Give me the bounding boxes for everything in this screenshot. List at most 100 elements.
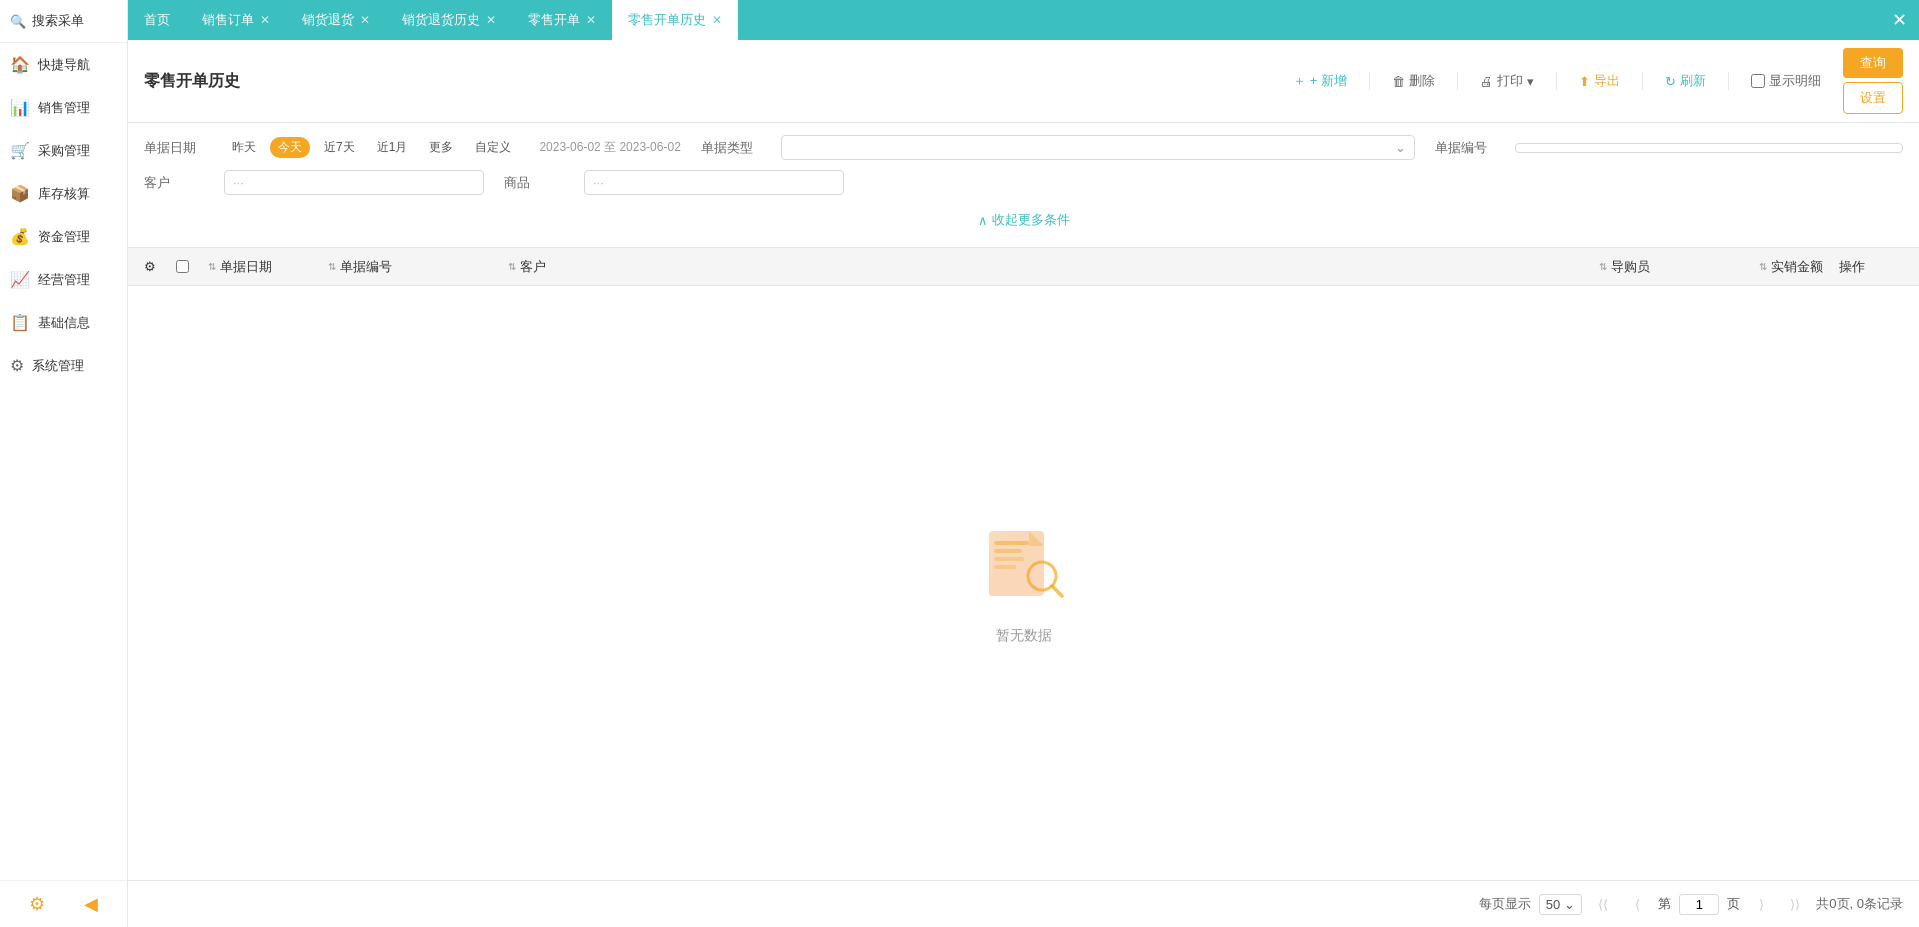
money-icon: 💰 (10, 227, 30, 246)
tab-sales-return-history-label: 销货退货历史 (402, 11, 480, 29)
tab-retail-open-label: 零售开单 (528, 11, 580, 29)
select-all-checkbox[interactable] (176, 260, 189, 273)
last-page-btn[interactable]: ⟩⟩ (1782, 891, 1808, 917)
new-button[interactable]: ＋ + 新增 (1287, 68, 1353, 94)
page-input[interactable] (1679, 894, 1719, 915)
sidebar-item-label: 基础信息 (38, 314, 90, 332)
plus-icon: ＋ (1293, 72, 1306, 90)
sidebar-item-sys-mgmt[interactable]: ⚙ 系统管理 (0, 344, 127, 387)
display-button[interactable]: 显示明细 (1745, 68, 1827, 94)
table-header: ⚙ ⇅ 单据日期 ⇅ 单据编号 ⇅ 客户 ⇅ 导购员 ⇅ 实销金额 (128, 248, 1919, 286)
sidebar: 🔍 搜索采单 🏠 快捷导航 📊 销售管理 🛒 采购管理 📦 库存核算 💰 资金管… (0, 0, 128, 927)
tab-retail-open-history-close[interactable]: ✕ (712, 13, 722, 27)
chevron-up-icon: ∧ (978, 213, 988, 228)
th-customer-label: 客户 (520, 258, 546, 276)
th-date[interactable]: ⇅ 单据日期 (200, 258, 320, 276)
th-date-sort-icon: ⇅ (208, 261, 216, 272)
tab-home[interactable]: 首页 (128, 0, 186, 40)
collapse-sidebar-icon[interactable]: ◀ (84, 893, 98, 915)
date-option-more[interactable]: 更多 (421, 137, 461, 158)
refresh-label: 刷新 (1680, 72, 1706, 90)
sidebar-item-inventory[interactable]: 📦 库存核算 (0, 172, 127, 215)
toolbar-divider-2 (1457, 72, 1458, 90)
empty-icon (974, 521, 1074, 611)
collapse-button[interactable]: ∧ 收起更多条件 (972, 205, 1076, 235)
page-word: 页 (1727, 895, 1740, 913)
th-guide-label: 导购员 (1611, 258, 1650, 276)
date-option-1month[interactable]: 近1月 (369, 137, 416, 158)
customer-filter-input[interactable]: ··· (224, 170, 484, 195)
date-option-yesterday[interactable]: 昨天 (224, 137, 264, 158)
export-button[interactable]: ⬆ 导出 (1573, 68, 1626, 94)
chart-icon: 📊 (10, 98, 30, 117)
print-button[interactable]: 🖨 打印 ▾ (1474, 68, 1540, 94)
prev-page-btn[interactable]: ⟨ (1624, 891, 1650, 917)
window-close-button[interactable]: ✕ (1892, 9, 1907, 31)
date-option-custom[interactable]: 自定义 (467, 137, 519, 158)
tab-sales-order[interactable]: 销售订单 ✕ (186, 0, 286, 40)
tab-retail-open-history[interactable]: 零售开单历史 ✕ (612, 0, 738, 40)
trash-icon: 🗑 (1392, 74, 1405, 89)
next-page-btn[interactable]: ⟩ (1748, 891, 1774, 917)
product-dots: ··· (593, 175, 604, 190)
tab-sales-order-close[interactable]: ✕ (260, 13, 270, 27)
th-settings[interactable]: ⚙ (136, 259, 168, 274)
th-sno[interactable]: ⇅ 单据编号 (320, 258, 500, 276)
svg-rect-3 (994, 557, 1024, 561)
th-customer[interactable]: ⇅ 客户 (500, 258, 1591, 276)
ops-icon: 📈 (10, 270, 30, 289)
th-guide[interactable]: ⇅ 导购员 (1591, 258, 1711, 276)
th-action: 操作 (1831, 258, 1911, 276)
tab-retail-open-close[interactable]: ✕ (586, 13, 596, 27)
product-filter-input[interactable]: ··· (584, 170, 844, 195)
date-filter-label: 单据日期 (144, 139, 204, 157)
customer-dots: ··· (233, 175, 244, 190)
customer-filter-label: 客户 (144, 174, 204, 192)
per-page-select[interactable]: 50 ⌄ (1539, 894, 1582, 915)
settings-button[interactable]: 设置 (1843, 82, 1903, 114)
tab-retail-open-history-label: 零售开单历史 (628, 11, 706, 29)
delete-button[interactable]: 🗑 删除 (1386, 68, 1441, 94)
sidebar-item-purchase-mgmt[interactable]: 🛒 采购管理 (0, 129, 127, 172)
sidebar-item-quick-nav[interactable]: 🏠 快捷导航 (0, 43, 127, 86)
sidebar-item-sales-mgmt[interactable]: 📊 销售管理 (0, 86, 127, 129)
type-filter-select[interactable]: ⌄ (781, 135, 1415, 160)
per-page-value: 50 (1546, 897, 1560, 912)
display-checkbox[interactable] (1751, 74, 1765, 88)
date-option-7days[interactable]: 近7天 (316, 137, 363, 158)
tab-sales-return-history-close[interactable]: ✕ (486, 13, 496, 27)
tab-sales-return-close[interactable]: ✕ (360, 13, 370, 27)
sno-filter-label: 单据编号 (1435, 139, 1495, 157)
th-checkbox[interactable] (168, 260, 200, 273)
sidebar-item-basic-info[interactable]: 📋 基础信息 (0, 301, 127, 344)
query-button[interactable]: 查询 (1843, 48, 1903, 78)
date-options: 昨天 今天 近7天 近1月 更多 自定义 (224, 137, 519, 158)
toolbar-divider-5 (1728, 72, 1729, 90)
sidebar-item-finance[interactable]: 💰 资金管理 (0, 215, 127, 258)
tab-sales-return-history[interactable]: 销货退货历史 ✕ (386, 0, 512, 40)
tab-sales-return[interactable]: 销货退货 ✕ (286, 0, 386, 40)
refresh-button[interactable]: ↻ 刷新 (1659, 68, 1712, 94)
settings-bottom-icon[interactable]: ⚙ (29, 893, 45, 915)
print-label: 打印 (1497, 72, 1523, 90)
tab-retail-open[interactable]: 零售开单 ✕ (512, 0, 612, 40)
cart-icon: 🛒 (10, 141, 30, 160)
sno-filter-input[interactable] (1515, 143, 1903, 153)
gear-icon: ⚙ (10, 356, 24, 375)
page-num-word: 第 (1658, 895, 1671, 913)
toolbar: 零售开单历史 ＋ + 新增 🗑 删除 🖨 打印 ▾ ⬆ 导出 ↻ 刷新 显示 (128, 40, 1919, 123)
sidebar-item-operations[interactable]: 📈 经营管理 (0, 258, 127, 301)
display-label: 显示明细 (1769, 72, 1821, 90)
new-label: + 新增 (1310, 72, 1347, 90)
th-amount[interactable]: ⇅ 实销金额 (1711, 258, 1831, 276)
th-amount-label: 实销金额 (1771, 258, 1823, 276)
info-icon: 📋 (10, 313, 30, 332)
empty-state: 暂无数据 (128, 286, 1919, 880)
date-option-today[interactable]: 今天 (270, 137, 310, 158)
first-page-btn[interactable]: ⟨⟨ (1590, 891, 1616, 917)
th-sno-label: 单据编号 (340, 258, 392, 276)
print-icon: 🖨 (1480, 74, 1493, 89)
per-page-label: 每页显示 (1479, 895, 1531, 913)
th-action-label: 操作 (1839, 258, 1865, 276)
sidebar-search[interactable]: 🔍 搜索采单 (0, 0, 127, 43)
